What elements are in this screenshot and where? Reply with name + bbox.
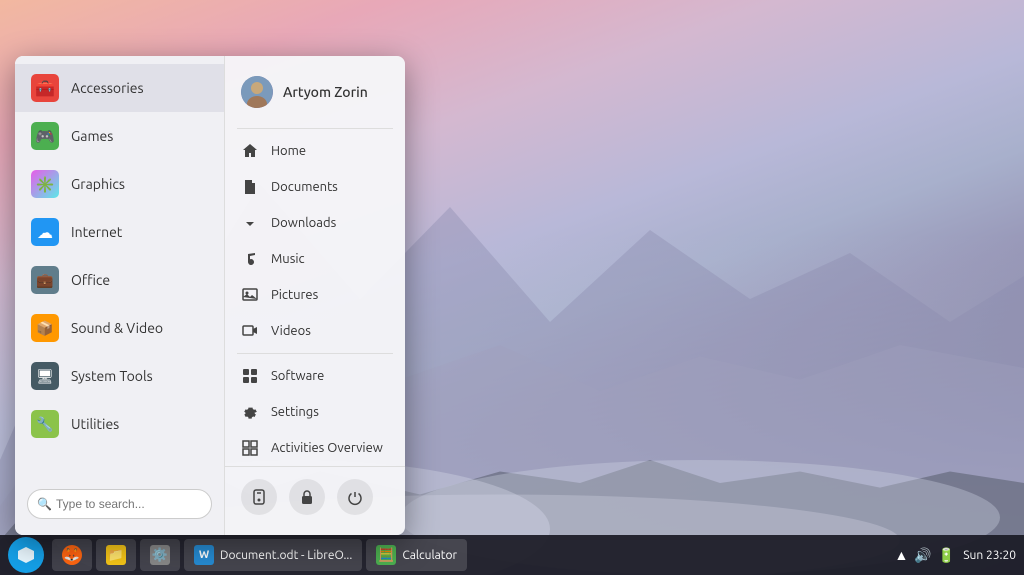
nav-music[interactable]: Music [225, 241, 405, 277]
nav-home-label: Home [271, 144, 306, 158]
category-accessories[interactable]: 🧰 Accessories [15, 64, 224, 112]
home-icon [241, 142, 259, 160]
category-utilities-label: Utilities [71, 416, 119, 432]
nav-software[interactable]: Software [225, 358, 405, 394]
nav-settings-label: Settings [271, 405, 319, 419]
category-system-tools-label: System Tools [71, 368, 153, 384]
taskbar-app-libreoffice[interactable]: W Document.odt - LibreO... [184, 539, 362, 571]
user-name: Artyom Zorin [283, 84, 368, 100]
software-icon [241, 367, 259, 385]
nav-documents[interactable]: Documents [225, 169, 405, 205]
power-button[interactable] [337, 479, 373, 515]
divider-1 [237, 128, 393, 129]
downloads-icon [241, 214, 259, 232]
taskbar-app-settings[interactable]: ⚙️ [140, 539, 180, 571]
taskbar-app-files[interactable]: 📁 [96, 539, 136, 571]
internet-icon: ☁ [31, 218, 59, 246]
menu-right-panel: Artyom Zorin Home Documents Downloads [225, 56, 405, 535]
nav-pictures[interactable]: Pictures [225, 277, 405, 313]
category-graphics-label: Graphics [71, 176, 125, 192]
videos-icon [241, 322, 259, 340]
start-button[interactable] [8, 537, 44, 573]
libreoffice-label: Document.odt - LibreO... [220, 549, 352, 562]
taskbar-apps: 🦊 📁 ⚙️ W Document.odt - LibreO... 🧮 Calc… [52, 539, 895, 571]
nav-activities-label: Activities Overview [271, 441, 383, 455]
nav-settings[interactable]: Settings [225, 394, 405, 430]
category-games-label: Games [71, 128, 113, 144]
category-games[interactable]: 🎮 Games [15, 112, 224, 160]
category-utilities[interactable]: 🔧 Utilities [15, 400, 224, 448]
sound-video-icon: 📦 [31, 314, 59, 342]
user-avatar [241, 76, 273, 108]
category-internet-label: Internet [71, 224, 122, 240]
libreoffice-icon: W [194, 545, 214, 565]
games-icon: 🎮 [31, 122, 59, 150]
system-tray: ▲ 🔊 🔋 [895, 547, 956, 564]
nav-pictures-label: Pictures [271, 288, 318, 302]
taskbar-app-calculator[interactable]: 🧮 Calculator [366, 539, 467, 571]
clock: Sun 23:20 [963, 549, 1016, 562]
pictures-icon [241, 286, 259, 304]
category-sound-video[interactable]: 📦 Sound & Video [15, 304, 224, 352]
accessories-icon: 🧰 [31, 74, 59, 102]
category-graphics[interactable]: ✳️ Graphics [15, 160, 224, 208]
calculator-icon: 🧮 [376, 545, 396, 565]
taskbar-right: ▲ 🔊 🔋 Sun 23:20 [895, 547, 1017, 564]
nav-videos-label: Videos [271, 324, 311, 338]
nav-documents-label: Documents [271, 180, 338, 194]
lock-button[interactable] [289, 479, 325, 515]
nav-software-label: Software [271, 369, 324, 383]
taskbar: 🦊 📁 ⚙️ W Document.odt - LibreO... 🧮 Calc… [0, 535, 1024, 575]
nav-downloads[interactable]: Downloads [225, 205, 405, 241]
nav-videos[interactable]: Videos [225, 313, 405, 349]
activities-icon [241, 439, 259, 457]
documents-icon [241, 178, 259, 196]
nav-activities[interactable]: Activities Overview [225, 430, 405, 466]
calculator-label: Calculator [402, 549, 457, 562]
suspend-button[interactable] [241, 479, 277, 515]
bottom-actions [225, 466, 405, 523]
files-icon: 📁 [106, 545, 126, 565]
category-office[interactable]: 💼 Office [15, 256, 224, 304]
menu-categories-panel: 🧰 Accessories 🎮 Games ✳️ Graphics ☁ Inte… [15, 56, 225, 535]
divider-2 [237, 353, 393, 354]
sound-icon[interactable]: 🔊 [914, 547, 931, 564]
start-menu: 🧰 Accessories 🎮 Games ✳️ Graphics ☁ Inte… [15, 56, 405, 535]
taskbar-app-firefox[interactable]: 🦊 [52, 539, 92, 571]
search-container: 🔍 [27, 489, 212, 519]
system-tools-icon: 🖥 [31, 362, 59, 390]
nav-downloads-label: Downloads [271, 216, 336, 230]
category-office-label: Office [71, 272, 110, 288]
user-profile[interactable]: Artyom Zorin [225, 68, 405, 124]
category-system-tools[interactable]: 🖥 System Tools [15, 352, 224, 400]
graphics-icon: ✳️ [31, 170, 59, 198]
settings2-icon: ⚙️ [150, 545, 170, 565]
wifi-icon[interactable]: ▲ [895, 547, 909, 563]
search-input[interactable] [27, 489, 212, 519]
office-icon: 💼 [31, 266, 59, 294]
nav-home[interactable]: Home [225, 133, 405, 169]
nav-music-label: Music [271, 252, 305, 266]
search-icon: 🔍 [37, 497, 52, 511]
firefox-icon: 🦊 [62, 545, 82, 565]
category-internet[interactable]: ☁ Internet [15, 208, 224, 256]
settings-icon [241, 403, 259, 421]
category-accessories-label: Accessories [71, 80, 144, 96]
music-icon [241, 250, 259, 268]
category-sound-video-label: Sound & Video [71, 320, 163, 336]
utilities-icon: 🔧 [31, 410, 59, 438]
battery-icon[interactable]: 🔋 [938, 547, 955, 564]
